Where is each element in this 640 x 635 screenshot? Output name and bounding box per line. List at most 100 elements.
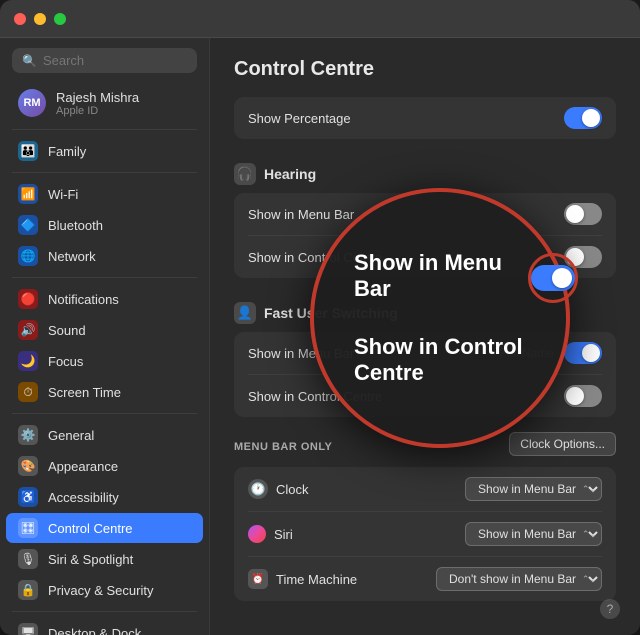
minimize-button[interactable] xyxy=(34,13,46,25)
accessibility-icon: ♿ xyxy=(18,487,38,507)
time-machine-dropdown-wrapper[interactable]: Don't show in Menu Bar xyxy=(436,567,602,591)
control-centre-icon: 🎛 xyxy=(18,518,38,538)
clock-icon: 🕐 xyxy=(248,479,268,499)
sidebar-label-accessibility: Accessibility xyxy=(48,490,119,505)
fast-user-menu-bar-toggle[interactable] xyxy=(564,342,602,364)
show-percentage-label: Show Percentage xyxy=(248,111,351,126)
siri-row: Siri Show in Menu Bar xyxy=(248,512,602,557)
desktop-dock-icon: 🖥 xyxy=(18,623,38,635)
fast-user-icon: 👤 xyxy=(234,302,256,324)
sidebar-item-control-centre[interactable]: 🎛 Control Centre xyxy=(6,513,203,543)
user-info: Rajesh Mishra Apple ID xyxy=(56,90,139,117)
sidebar-label-desktop-dock: Desktop & Dock xyxy=(48,626,141,635)
sidebar-divider xyxy=(12,129,197,130)
sidebar-label-network: Network xyxy=(48,249,96,264)
fast-user-menu-bar-label: Show in Menu Bar xyxy=(248,346,354,361)
show-percentage-toggle[interactable] xyxy=(564,107,602,129)
user-name: Rajesh Mishra xyxy=(56,90,139,105)
clock-row: 🕐 Clock Show in Menu Bar xyxy=(248,467,602,512)
fast-user-menu-bar-row: Show in Menu Bar Full Name xyxy=(248,332,602,375)
hearing-menu-bar-toggle[interactable] xyxy=(564,203,602,225)
sidebar-label-family: Family xyxy=(48,144,86,159)
content-area: Control Centre Show Percentage 🎧 Hearing… xyxy=(210,38,640,635)
notifications-icon: 🔴 xyxy=(18,289,38,309)
sidebar-label-general: General xyxy=(48,428,94,443)
siri-icon: 🎙 xyxy=(18,549,38,569)
close-button[interactable] xyxy=(14,13,26,25)
network-icon: 🌐 xyxy=(18,246,38,266)
sidebar-item-accessibility[interactable]: ♿ Accessibility xyxy=(6,482,203,512)
sidebar-label-control-centre: Control Centre xyxy=(48,521,133,536)
show-percentage-row: Show Percentage xyxy=(248,97,602,139)
sidebar-item-sound[interactable]: 🔊 Sound xyxy=(6,315,203,345)
clock-dropdown-wrapper[interactable]: Show in Menu Bar xyxy=(465,477,602,501)
sidebar-item-appearance[interactable]: 🎨 Appearance xyxy=(6,451,203,481)
sidebar-item-wifi[interactable]: 📶 Wi-Fi xyxy=(6,179,203,209)
sidebar-item-network[interactable]: 🌐 Network xyxy=(6,241,203,271)
user-subtitle: Apple ID xyxy=(56,105,139,117)
sidebar-item-bluetooth[interactable]: 🔷 Bluetooth xyxy=(6,210,203,240)
sidebar-label-appearance: Appearance xyxy=(48,459,118,474)
bluetooth-icon: 🔷 xyxy=(18,215,38,235)
time-machine-dropdown[interactable]: Don't show in Menu Bar xyxy=(436,567,602,591)
fast-user-card: Show in Menu Bar Full Name Show in Contr… xyxy=(234,332,616,417)
sidebar-label-wifi: Wi-Fi xyxy=(48,187,78,202)
screen-time-icon: ⏱ xyxy=(18,382,38,402)
hearing-icon: 🎧 xyxy=(234,163,256,185)
sidebar-divider-3 xyxy=(12,277,197,278)
siri-icon xyxy=(248,525,266,543)
sidebar-item-siri[interactable]: 🎙 Siri & Spotlight xyxy=(6,544,203,574)
fast-user-control-centre-row: Show in Control Centre xyxy=(248,375,602,417)
sidebar-label-sound: Sound xyxy=(48,323,86,338)
wifi-icon: 📶 xyxy=(18,184,38,204)
settings-window: 🔍 RM Rajesh Mishra Apple ID 👪 Family xyxy=(0,0,640,635)
search-bar[interactable]: 🔍 xyxy=(12,48,197,73)
fast-user-title: Fast User Switching xyxy=(264,305,398,321)
hearing-title: Hearing xyxy=(264,166,316,182)
sidebar-label-privacy: Privacy & Security xyxy=(48,583,153,598)
toggle-highlight xyxy=(528,253,578,303)
hearing-control-centre-label: Show in Control Centre xyxy=(248,250,382,265)
show-percentage-card: Show Percentage xyxy=(234,97,616,139)
sidebar-item-focus[interactable]: 🌙 Focus xyxy=(6,346,203,376)
main-layout: 🔍 RM Rajesh Mishra Apple ID 👪 Family xyxy=(0,38,640,635)
menu-bar-only-header: Menu Bar Only xyxy=(234,429,332,459)
sidebar-label-screen-time: Screen Time xyxy=(48,385,121,400)
siri-dropdown-wrapper[interactable]: Show in Menu Bar xyxy=(465,522,602,546)
highlighted-toggle[interactable] xyxy=(531,265,575,291)
user-section[interactable]: RM Rajesh Mishra Apple ID xyxy=(6,83,203,123)
help-button[interactable]: ? xyxy=(600,599,620,619)
sidebar-item-desktop-dock[interactable]: 🖥 Desktop & Dock xyxy=(6,618,203,635)
hearing-section-header: 🎧 Hearing xyxy=(234,151,616,193)
menu-bar-only-card: 🕐 Clock Show in Menu Bar Siri xyxy=(234,467,616,601)
siri-label: Siri xyxy=(274,527,293,542)
sidebar-item-family[interactable]: 👪 Family xyxy=(6,136,203,166)
maximize-button[interactable] xyxy=(54,13,66,25)
sidebar-divider-5 xyxy=(12,611,197,612)
sidebar-label-focus: Focus xyxy=(48,354,83,369)
general-icon: ⚙️ xyxy=(18,425,38,445)
fast-user-control-centre-toggle[interactable] xyxy=(564,385,602,407)
sidebar-item-privacy[interactable]: 🔒 Privacy & Security xyxy=(6,575,203,605)
sidebar-label-siri: Siri & Spotlight xyxy=(48,552,133,567)
titlebar xyxy=(0,0,640,38)
appearance-icon: 🎨 xyxy=(18,456,38,476)
search-input[interactable] xyxy=(43,53,187,68)
privacy-icon: 🔒 xyxy=(18,580,38,600)
sidebar: 🔍 RM Rajesh Mishra Apple ID 👪 Family xyxy=(0,38,210,635)
fast-user-control-centre-label: Show in Control Centre xyxy=(248,389,382,404)
siri-dropdown[interactable]: Show in Menu Bar xyxy=(465,522,602,546)
clock-options-button[interactable]: Clock Options... xyxy=(509,432,616,456)
focus-icon: 🌙 xyxy=(18,351,38,371)
sidebar-item-screen-time[interactable]: ⏱ Screen Time xyxy=(6,377,203,407)
sidebar-label-notifications: Notifications xyxy=(48,292,119,307)
hearing-menu-bar-row: Show in Menu Bar xyxy=(248,193,602,236)
time-machine-row: ⏰ Time Machine Don't show in Menu Bar xyxy=(248,557,602,601)
sidebar-item-notifications[interactable]: 🔴 Notifications xyxy=(6,284,203,314)
page-title: Control Centre xyxy=(234,58,616,81)
sidebar-item-general[interactable]: ⚙️ General xyxy=(6,420,203,450)
hearing-menu-bar-label: Show in Menu Bar xyxy=(248,207,354,222)
time-machine-icon: ⏰ xyxy=(248,569,268,589)
clock-dropdown[interactable]: Show in Menu Bar xyxy=(465,477,602,501)
fast-user-dropdown-value: Full Name xyxy=(499,346,554,360)
